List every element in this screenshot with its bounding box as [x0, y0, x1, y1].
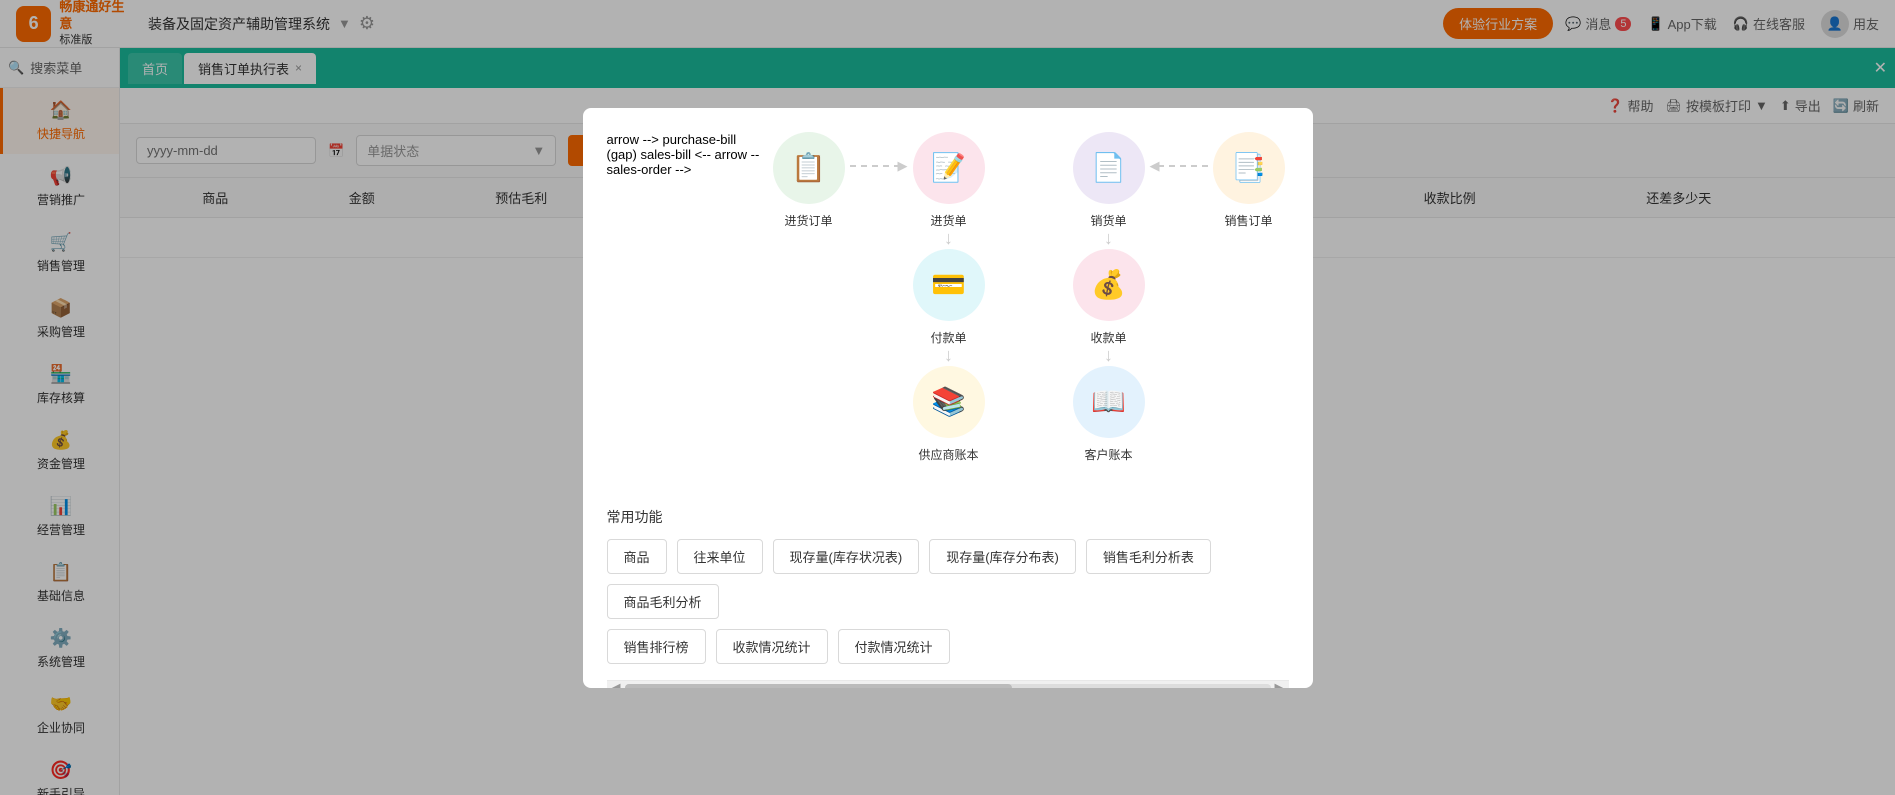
- btn-sales-profit-table[interactable]: 销售毛利分析表: [1086, 539, 1211, 574]
- content-area: 首页 销售订单执行表 × ✕ ❓ 帮助 🖨: [120, 48, 1895, 795]
- btn-goods[interactable]: 商品: [607, 539, 667, 574]
- payment-bill-node[interactable]: 💳 付款单: [913, 249, 985, 346]
- purchase-bill-icon[interactable]: 📝: [913, 132, 985, 204]
- receipt-bill-icon[interactable]: 💰: [1073, 249, 1145, 321]
- btn-receipt-stats[interactable]: 收款情况统计: [716, 629, 828, 664]
- common-title: 常用功能: [607, 507, 1289, 527]
- sales-order-node[interactable]: 📑 销售订单: [1213, 132, 1285, 229]
- purchase-order-icon[interactable]: 📋: [773, 132, 845, 204]
- arrow-2: ◀: [1150, 158, 1208, 174]
- common-section: 常用功能 商品 往来单位 现存量(库存状况表) 现存量(库存分布表) 销售毛利分…: [607, 507, 1289, 664]
- scroll-bar: ◀ ▶: [607, 680, 1289, 688]
- common-btns-row2: 销售排行榜 收款情况统计 付款情况统计: [607, 629, 1289, 664]
- supplier-ledger-node[interactable]: 📚 供应商账本: [913, 366, 985, 463]
- receipt-bill-label: 收款单: [1090, 329, 1126, 346]
- customer-ledger-icon[interactable]: 📖: [1073, 366, 1145, 438]
- down-arrow-2: ↓: [1104, 228, 1113, 249]
- supplier-ledger-label: 供应商账本: [918, 446, 978, 463]
- modal: arrow --> purchase-bill (gap) sales-bill…: [583, 108, 1313, 688]
- receipt-bill-node[interactable]: 💰 收款单: [1073, 249, 1145, 346]
- purchase-bill-label: 进货单: [930, 212, 966, 229]
- customer-ledger-node[interactable]: 📖 客户账本: [1073, 366, 1145, 463]
- btn-partners[interactable]: 往来单位: [677, 539, 763, 574]
- btn-stock-dist[interactable]: 现存量(库存分布表): [929, 539, 1076, 574]
- scroll-right-btn[interactable]: ▶: [1275, 680, 1285, 688]
- payment-bill-icon[interactable]: 💳: [913, 249, 985, 321]
- sales-order-icon[interactable]: 📑: [1213, 132, 1285, 204]
- btn-goods-profit[interactable]: 商品毛利分析: [607, 584, 719, 619]
- flow-diagram: arrow --> purchase-bill (gap) sales-bill…: [607, 132, 1289, 483]
- sales-bill-label: 销货单: [1090, 212, 1126, 229]
- supplier-ledger-icon[interactable]: 📚: [913, 366, 985, 438]
- sales-bill-icon[interactable]: 📄: [1073, 132, 1145, 204]
- btn-payment-stats[interactable]: 付款情况统计: [838, 629, 950, 664]
- customer-ledger-label: 客户账本: [1084, 446, 1132, 463]
- payment-bill-label: 付款单: [930, 329, 966, 346]
- purchase-bill-node[interactable]: 📝 进货单: [913, 132, 985, 229]
- sales-order-label: 销售订单: [1224, 212, 1272, 229]
- down-arrow-1: ↓: [944, 228, 953, 249]
- scroll-left-btn[interactable]: ◀: [611, 680, 621, 688]
- main-layout: 🔍 搜索菜单 🏠 快捷导航 📢 营销推广 🛒 销售管理 📦 采购管理 🏪: [0, 48, 1895, 795]
- sales-bill-node[interactable]: 📄 销货单: [1073, 132, 1145, 229]
- modal-overlay[interactable]: arrow --> purchase-bill (gap) sales-bill…: [120, 88, 1895, 795]
- page-content: ❓ 帮助 🖨 按模板打印 ▼ ⬆ 导出 🔄 刷新: [120, 88, 1895, 795]
- arrow-1: ▶: [850, 158, 908, 174]
- purchase-order-label: 进货订单: [784, 212, 832, 229]
- btn-sales-rank[interactable]: 销售排行榜: [607, 629, 706, 664]
- common-btns: 商品 往来单位 现存量(库存状况表) 现存量(库存分布表) 销售毛利分析表 商品…: [607, 539, 1289, 619]
- down-arrow-4: ↓: [1104, 345, 1113, 366]
- scroll-track[interactable]: [625, 684, 1271, 688]
- down-arrow-3: ↓: [944, 345, 953, 366]
- btn-stock-status[interactable]: 现存量(库存状况表): [773, 539, 920, 574]
- purchase-order-node[interactable]: 📋 进货订单: [773, 132, 845, 229]
- app-wrapper: 6 畅康通好生意 标准版 装备及固定资产辅助管理系统 ▼ ⚙ 体验行业方案 💬 …: [0, 0, 1895, 795]
- scroll-thumb: [625, 684, 1013, 688]
